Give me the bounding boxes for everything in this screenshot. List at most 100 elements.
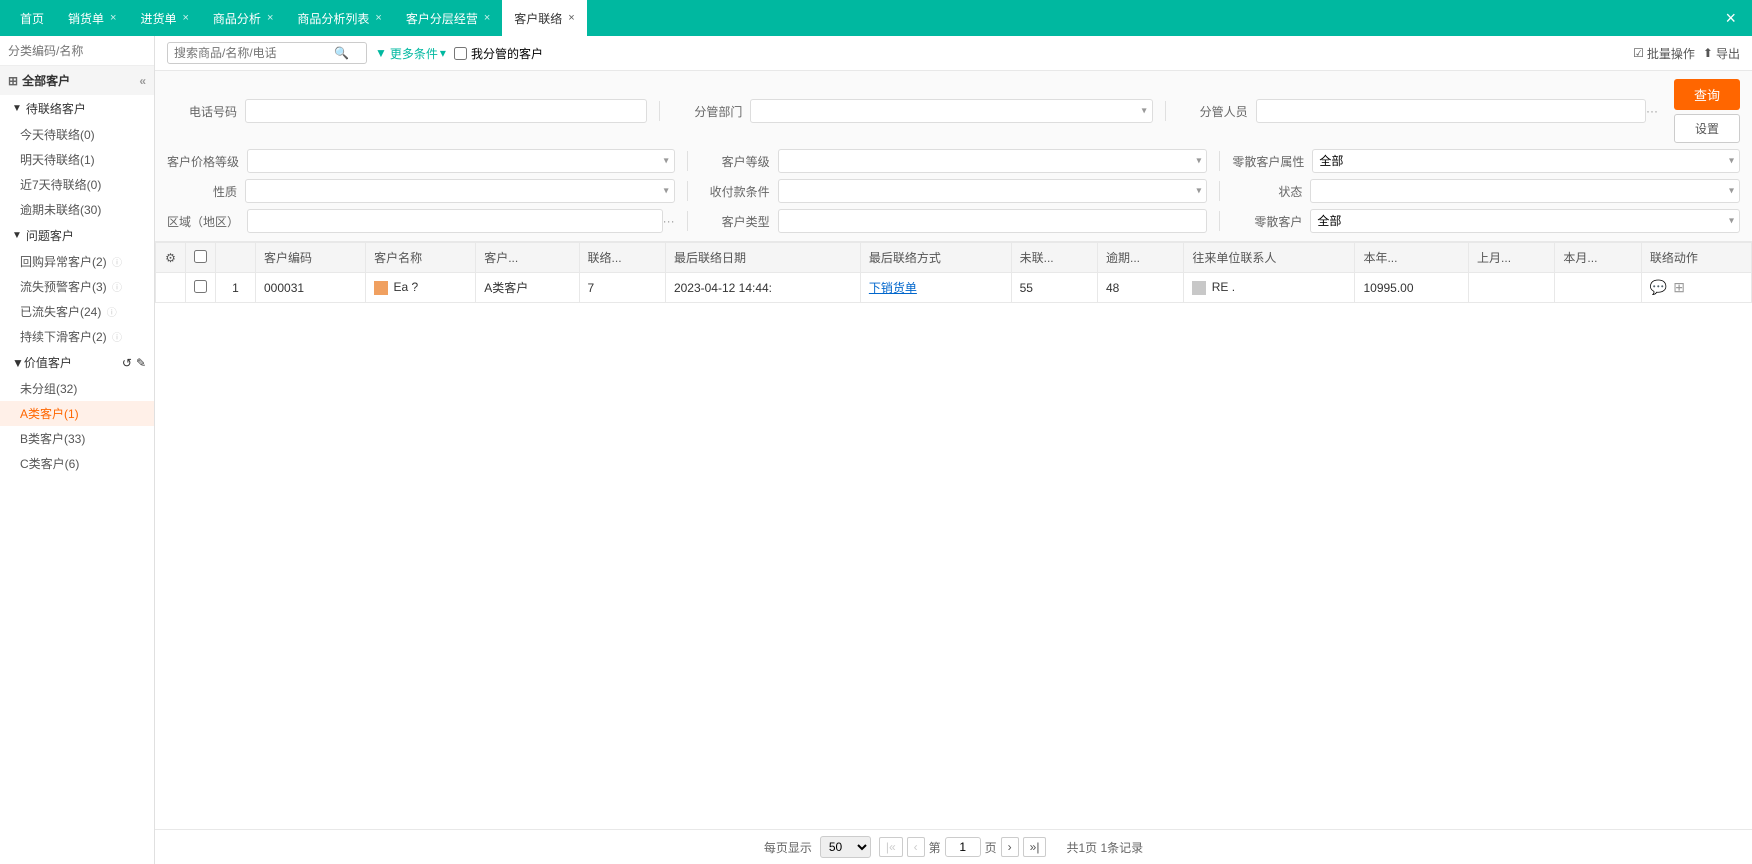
col-unit-contacts[interactable]: 往来单位联系人 (1184, 243, 1355, 273)
nav-tab-customer-tier[interactable]: 客户分层经营 × (394, 0, 502, 36)
sidebar-item-class-c[interactable]: C类客户(6) (0, 451, 154, 476)
nature-select[interactable] (245, 179, 675, 203)
page-suffix-label: 页 (985, 839, 997, 856)
chat-icon[interactable]: 💬 (1650, 279, 1667, 296)
col-this-month[interactable]: 本月... (1555, 243, 1641, 273)
sidebar-search-input[interactable] (8, 44, 155, 58)
search-box: 🔍 (167, 42, 367, 64)
sidebar-item-ungrouped[interactable]: 未分组(32) (0, 376, 154, 401)
sidebar-item-class-b[interactable]: B类客户(33) (0, 426, 154, 451)
group-value-label: 价值客户 (24, 354, 72, 371)
retail-attr-select[interactable]: 全部 (1312, 149, 1740, 173)
last-contact-way-link[interactable]: 下销货单 (869, 281, 917, 295)
search-icon[interactable]: 🔍 (334, 46, 349, 60)
export-btn[interactable]: ⬆ 导出 (1703, 45, 1740, 62)
close-purchase-tab[interactable]: × (182, 12, 188, 24)
row-type-cell: A类客户 (476, 273, 579, 303)
status-select[interactable] (1310, 179, 1740, 203)
person-dots-icon[interactable]: ··· (1646, 104, 1658, 118)
row-checkbox[interactable] (194, 280, 207, 293)
edit-icon[interactable]: ✎ (136, 356, 146, 370)
col-settings[interactable]: ⚙ (156, 243, 186, 273)
sidebar-item-today-contact[interactable]: 今天待联络(0) (0, 122, 154, 147)
first-page-btn[interactable]: |« (879, 837, 903, 857)
settings-button[interactable]: 设置 (1674, 114, 1740, 143)
close-analysis-list-tab[interactable]: × (375, 12, 381, 24)
person-input[interactable] (1256, 99, 1646, 123)
prev-page-btn[interactable]: ‹ (907, 837, 925, 857)
sidebar-item-churned[interactable]: 已流失客户(24) ⓘ (0, 299, 154, 324)
group-value-customers[interactable]: ▼ 价值客户 ↺ ✎ (0, 349, 154, 376)
dept-label: 分管部门 (672, 103, 742, 120)
col-this-year[interactable]: 本年... (1355, 243, 1469, 273)
phone-input[interactable] (245, 99, 647, 123)
sidebar-item-declining[interactable]: 持续下滑客户(2) ⓘ (0, 324, 154, 349)
my-customers-check[interactable] (454, 47, 467, 60)
col-no-contact[interactable]: 未联... (1011, 243, 1097, 273)
col-contacts[interactable]: 联络... (579, 243, 665, 273)
col-last-contact-date[interactable]: 最后联络日期 (665, 243, 860, 273)
group-problem-customers[interactable]: ▼ 问题客户 (0, 222, 154, 249)
col-customer-code[interactable]: 客户编码 (256, 243, 366, 273)
divider-5 (687, 181, 688, 201)
nav-home[interactable]: 首页 (8, 0, 56, 36)
region-input[interactable] (247, 209, 663, 233)
sidebar-item-tomorrow-contact[interactable]: 明天待联络(1) (0, 147, 154, 172)
close-all-button[interactable]: × (1717, 8, 1744, 29)
page-number-input[interactable] (945, 837, 981, 857)
row-overdue-cell: 48 (1098, 273, 1184, 303)
nav-tab-analysis-list[interactable]: 商品分析列表 × (285, 0, 393, 36)
sidebar-collapse-btn[interactable]: « (139, 74, 146, 88)
col-customer-type[interactable]: 客户... (476, 243, 579, 273)
region-dots-icon[interactable]: ··· (663, 214, 675, 228)
nav-tab-sales[interactable]: 销货单 × (56, 0, 128, 36)
last-page-btn[interactable]: »| (1023, 837, 1047, 857)
sidebar-item-churn-warning[interactable]: 流失预警客户(3) ⓘ (0, 274, 154, 299)
sidebar-item-7days-contact[interactable]: 近7天待联络(0) (0, 172, 154, 197)
col-customer-name[interactable]: 客户名称 (366, 243, 476, 273)
divider-1 (659, 101, 660, 121)
close-analysis-tab[interactable]: × (267, 12, 273, 24)
col-overdue[interactable]: 逾期... (1098, 243, 1184, 273)
query-button[interactable]: 查询 (1674, 79, 1740, 110)
row-action-cell: 💬 ⊞ (1641, 273, 1751, 303)
close-customer-contact-tab[interactable]: × (568, 12, 574, 24)
retail-customer-select[interactable]: 全部 (1310, 209, 1740, 233)
group-pending-contact[interactable]: ▼ 待联络客户 (0, 95, 154, 122)
price-grade-select[interactable] (247, 149, 675, 173)
dept-select[interactable] (750, 99, 1152, 123)
customer-type-label: 客户类型 (700, 213, 770, 230)
sidebar-item-class-a[interactable]: A类客户(1) (0, 401, 154, 426)
filter-row-3: 性质 ▾ 收付款条件 ▾ (167, 179, 1740, 203)
sidebar-item-repurchase-abnormal[interactable]: 回购异常客户(2) ⓘ (0, 249, 154, 274)
more-conditions-btn[interactable]: ▼ 更多条件 ▾ (375, 45, 446, 62)
nav-tab-purchase[interactable]: 进货单 × (128, 0, 200, 36)
col-last-contact-way[interactable]: 最后联络方式 (860, 243, 1011, 273)
select-all-checkbox[interactable] (194, 250, 207, 263)
content-area: 🔍 ▼ 更多条件 ▾ 我分管的客户 ☑ 批量操作 ⬆ 导出 (155, 36, 1752, 864)
close-sales-tab[interactable]: × (110, 12, 116, 24)
my-customers-checkbox[interactable]: 我分管的客户 (454, 45, 543, 62)
col-check (186, 243, 216, 273)
customer-type-input[interactable] (778, 209, 1208, 233)
search-input[interactable] (174, 46, 334, 60)
sidebar-item-overdue-contact[interactable]: 逾期未联络(30) (0, 197, 154, 222)
col-last-month[interactable]: 上月... (1469, 243, 1555, 273)
refresh-icon[interactable]: ↺ (122, 356, 132, 370)
next-page-btn[interactable]: › (1001, 837, 1019, 857)
per-page-select[interactable]: 50 100 200 (820, 836, 871, 858)
tab-customer-contact-label: 客户联络 (514, 10, 562, 27)
group-problem-label: 问题客户 (26, 227, 74, 244)
nav-tab-customer-contact[interactable]: 客户联络 × (502, 0, 586, 36)
arrow-down-icon-3: ▼ (12, 356, 24, 370)
unit-contact-text: RE . (1212, 280, 1235, 294)
batch-op-btn[interactable]: ☑ 批量操作 (1633, 45, 1695, 62)
customer-grade-select[interactable] (778, 149, 1208, 173)
main-layout: 🔍 ⊞ 全部客户 « ▼ 待联络客户 今天待联络(0) 明天待联络(1) 近7天… (0, 36, 1752, 864)
close-customer-tier-tab[interactable]: × (484, 12, 490, 24)
payment-select[interactable] (778, 179, 1208, 203)
all-customers-header[interactable]: ⊞ 全部客户 « (0, 66, 154, 95)
nav-tab-analysis[interactable]: 商品分析 × (201, 0, 285, 36)
qr-icon[interactable]: ⊞ (1673, 279, 1685, 296)
group-pending-label: 待联络客户 (26, 100, 86, 117)
